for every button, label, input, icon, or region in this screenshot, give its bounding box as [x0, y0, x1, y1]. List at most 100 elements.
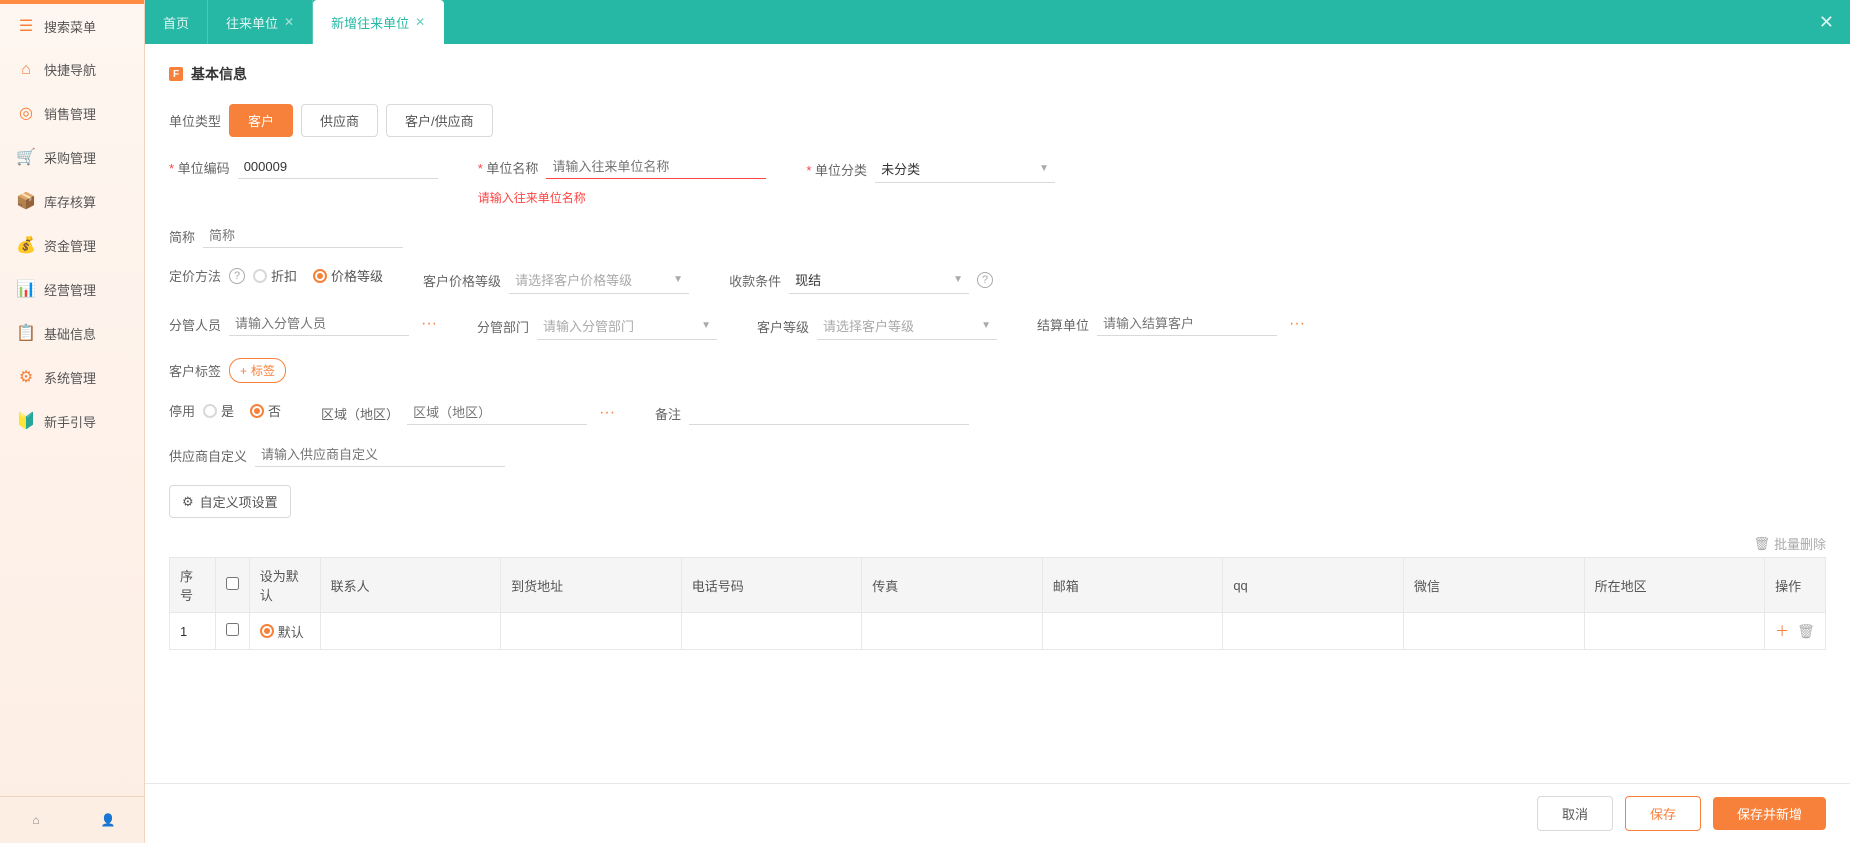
supplier-custom-row: 供应商自定义 — [169, 443, 1826, 467]
tab-partner-list-close[interactable]: ✕ — [284, 15, 294, 29]
radio-default[interactable]: 默认 — [260, 622, 310, 641]
contact-input[interactable] — [331, 624, 491, 639]
settlement-unit-input[interactable] — [1097, 312, 1277, 336]
tab-add-partner[interactable]: 新增往来单位 ✕ — [313, 0, 444, 44]
contact-table: 序号 设为默认 联系人 到货地址 电话号码 传真 邮箱 qq 微信 所在地区 操… — [169, 557, 1826, 650]
wechat-input[interactable] — [1414, 624, 1574, 639]
email-input[interactable] — [1053, 624, 1213, 639]
radio-yes-label: 是 — [221, 401, 234, 420]
sidebar-item-purchase[interactable]: 🛒 采购管理 — [0, 135, 144, 179]
customer-level-select[interactable]: 请选择客户等级 ▼ — [817, 312, 997, 340]
supplier-custom-input[interactable] — [255, 443, 505, 467]
manager-input[interactable] — [229, 312, 409, 336]
disabled-row: 停用 是 否 区域（地区） ··· 备注 — [169, 401, 1826, 425]
row-fax[interactable] — [862, 613, 1043, 650]
row-region-cell[interactable] — [1584, 613, 1765, 650]
row-wechat[interactable] — [1404, 613, 1585, 650]
sidebar-item-finance[interactable]: 💰 资金管理 — [0, 223, 144, 267]
settlement-more-icon[interactable]: ··· — [1289, 315, 1305, 333]
sidebar-item-label: 采购管理 — [44, 148, 96, 167]
select-all-checkbox[interactable] — [226, 577, 239, 590]
manager-more-icon[interactable]: ··· — [421, 315, 437, 333]
settings-gear-icon: ⚙ — [182, 494, 194, 510]
radio-discount[interactable]: 折扣 — [253, 266, 297, 285]
col-contact: 联系人 — [320, 558, 501, 613]
sidebar-item-operations[interactable]: 📊 经营管理 — [0, 267, 144, 311]
batch-delete-label[interactable]: 批量删除 — [1774, 534, 1826, 553]
sidebar-item-label: 搜索菜单 — [44, 17, 96, 36]
remark-input[interactable] — [689, 401, 969, 425]
phone-input[interactable] — [692, 624, 852, 639]
region-more-icon[interactable]: ··· — [599, 404, 615, 422]
unit-name-field: 单位名称 请输入往来单位名称 — [478, 155, 767, 206]
sidebar-user-btn[interactable]: 👤 — [72, 805, 144, 835]
department-placeholder: 请输入分管部门 — [543, 316, 697, 335]
sidebar-bottom: ⌂ 👤 — [0, 796, 144, 843]
radio-yes[interactable]: 是 — [203, 401, 234, 420]
btn-customer[interactable]: 客户 — [229, 104, 293, 137]
sidebar-item-system[interactable]: ⚙ 系统管理 — [0, 355, 144, 399]
row-checkbox[interactable] — [226, 623, 239, 636]
add-tag-button[interactable]: + 标签 — [229, 358, 286, 383]
save-button[interactable]: 保存 — [1625, 796, 1701, 831]
sidebar-home-btn[interactable]: ⌂ — [0, 805, 72, 835]
row-contact[interactable] — [320, 613, 501, 650]
row-phone[interactable] — [681, 613, 862, 650]
sidebar-item-new-guide[interactable]: 🔰 新手引导 — [0, 399, 144, 443]
pricing-help-icon[interactable]: ? — [229, 268, 245, 284]
unit-category-select[interactable]: 未分类 ▼ — [875, 155, 1055, 183]
region-cell-input[interactable] — [1595, 624, 1755, 639]
sidebar: ☰ 搜索菜单 ⌂ 快捷导航 ◎ 销售管理 🛒 采购管理 📦 库存核算 💰 资金管… — [0, 0, 145, 843]
department-field: 分管部门 请输入分管部门 ▼ — [477, 312, 717, 340]
row-qq[interactable] — [1223, 613, 1404, 650]
btn-supplier[interactable]: 供应商 — [301, 104, 378, 137]
close-all-tabs[interactable]: ✕ — [1819, 12, 1834, 33]
region-input[interactable] — [407, 401, 587, 425]
department-label: 分管部门 — [477, 317, 529, 336]
radio-default-label: 默认 — [278, 622, 304, 641]
sidebar-item-label: 资金管理 — [44, 236, 96, 255]
abbr-input[interactable] — [203, 224, 403, 248]
row-address[interactable] — [501, 613, 682, 650]
sidebar-item-basic-info[interactable]: 📋 基础信息 — [0, 311, 144, 355]
sidebar-item-quick-nav[interactable]: ⌂ 快捷导航 — [0, 48, 144, 91]
remark-field: 备注 — [655, 401, 969, 425]
radio-yes-circle — [203, 404, 217, 418]
pricing-row: 定价方法 ? 折扣 价格等级 客户价格等级 请选择客户价格等级 — [169, 266, 1826, 294]
section-icon: F — [169, 67, 183, 81]
payment-terms-select[interactable]: 现结 ▼ — [789, 266, 969, 294]
address-input[interactable] — [511, 624, 671, 639]
cancel-button[interactable]: 取消 — [1537, 796, 1613, 831]
custom-settings-button[interactable]: ⚙ 自定义项设置 — [169, 485, 291, 518]
unit-category-chevron: ▼ — [1039, 163, 1049, 174]
customer-price-level-placeholder: 请选择客户价格等级 — [515, 270, 669, 289]
btn-both[interactable]: 客户/供应商 — [386, 104, 493, 137]
batch-delete-area: 🗑 批量删除 — [169, 534, 1826, 553]
sidebar-item-inventory[interactable]: 📦 库存核算 — [0, 179, 144, 223]
customer-level-field: 客户等级 请选择客户等级 ▼ — [757, 312, 997, 340]
customer-level-placeholder: 请选择客户等级 — [823, 316, 977, 335]
radio-discount-circle — [253, 269, 267, 283]
department-select[interactable]: 请输入分管部门 ▼ — [537, 312, 717, 340]
unit-name-input[interactable] — [546, 155, 766, 179]
manager-row: 分管人员 ··· 分管部门 请输入分管部门 ▼ 客户等级 请选择客户等级 ▼ 结… — [169, 312, 1826, 340]
sidebar-item-search-menu[interactable]: ☰ 搜索菜单 — [0, 4, 144, 48]
customer-price-level-select[interactable]: 请选择客户价格等级 ▼ — [509, 266, 689, 294]
radio-price-level[interactable]: 价格等级 — [313, 266, 383, 285]
payment-terms-help-icon[interactable]: ? — [977, 272, 993, 288]
unit-code-input[interactable] — [238, 155, 438, 179]
row-email[interactable] — [1042, 613, 1223, 650]
qq-input[interactable] — [1233, 624, 1393, 639]
sidebar-item-sales[interactable]: ◎ 销售管理 — [0, 91, 144, 135]
tab-partner-list[interactable]: 往来单位 ✕ — [208, 0, 313, 44]
tab-add-partner-close[interactable]: ✕ — [415, 15, 425, 29]
save-new-button[interactable]: 保存并新增 — [1713, 797, 1826, 830]
fax-input[interactable] — [872, 624, 1032, 639]
radio-no[interactable]: 否 — [250, 401, 281, 420]
customer-price-level-field: 客户价格等级 请选择客户价格等级 ▼ — [423, 266, 689, 294]
add-row-icon[interactable]: ＋ — [1775, 621, 1789, 641]
search-menu-icon: ☰ — [16, 16, 36, 36]
delete-row-icon[interactable]: 🗑 — [1797, 623, 1815, 640]
tab-home[interactable]: 首页 — [145, 0, 208, 44]
col-phone: 电话号码 — [681, 558, 862, 613]
